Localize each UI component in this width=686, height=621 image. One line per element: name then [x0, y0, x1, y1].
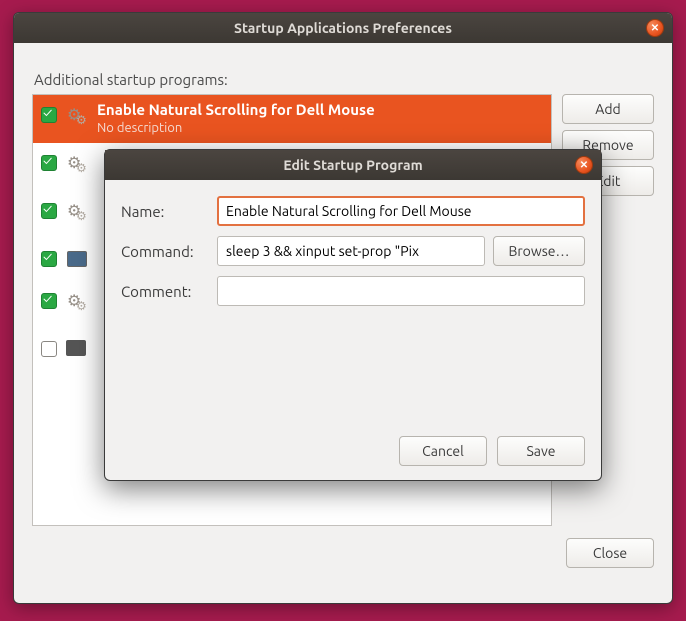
comment-label: Comment: [121, 283, 209, 300]
section-label: Additional startup programs: [34, 71, 654, 88]
list-item-text: Enable Natural Scrolling for Dell Mouse … [97, 101, 375, 136]
main-titlebar: Startup Applications Preferences ✕ [14, 13, 672, 43]
cancel-button[interactable]: Cancel [399, 436, 487, 466]
dialog-title: Edit Startup Program [283, 157, 422, 173]
add-button[interactable]: Add [562, 94, 654, 124]
checkbox-icon[interactable] [41, 251, 57, 267]
comment-row: Comment: [121, 276, 585, 306]
save-button[interactable]: Save [497, 436, 585, 466]
command-input[interactable] [217, 236, 485, 266]
browse-button[interactable]: Browse… [493, 236, 585, 266]
list-item-subtitle: No description [97, 120, 375, 136]
main-footer: Close [32, 538, 654, 568]
list-item-selected[interactable]: Enable Natural Scrolling for Dell Mouse … [33, 95, 551, 143]
checkbox-icon[interactable] [41, 341, 57, 357]
comment-input[interactable] [217, 276, 585, 306]
dialog-body: Name: Command: Browse… Comment: Cancel S… [105, 180, 601, 480]
name-input[interactable] [217, 196, 585, 226]
name-row: Name: [121, 196, 585, 226]
dialog-close-button[interactable]: ✕ [575, 156, 593, 174]
dialog-titlebar: Edit Startup Program ✕ [105, 150, 601, 180]
dialog-spacer [121, 316, 585, 436]
close-button[interactable]: Close [566, 538, 654, 568]
checkbox-icon[interactable] [41, 155, 57, 171]
dialog-footer: Cancel Save [121, 436, 585, 466]
edit-startup-program-dialog: Edit Startup Program ✕ Name: Command: Br… [104, 149, 602, 481]
gears-icon [65, 199, 89, 223]
main-close-button[interactable]: ✕ [646, 19, 664, 37]
gears-icon [65, 103, 89, 127]
name-label: Name: [121, 203, 209, 220]
close-icon: ✕ [651, 22, 659, 34]
checkbox-icon[interactable] [41, 293, 57, 309]
gears-icon [65, 289, 89, 313]
graph-icon [65, 337, 89, 361]
monitor-icon [65, 247, 89, 271]
checkbox-icon[interactable] [41, 203, 57, 219]
main-window-title: Startup Applications Preferences [234, 20, 452, 36]
checkbox-icon[interactable] [41, 107, 57, 123]
gears-icon [65, 151, 89, 175]
list-item-title: Enable Natural Scrolling for Dell Mouse [97, 101, 375, 120]
command-row: Command: Browse… [121, 236, 585, 266]
close-icon: ✕ [580, 159, 588, 171]
command-label: Command: [121, 243, 209, 260]
startup-applications-window: Startup Applications Preferences ✕ Addit… [13, 12, 673, 604]
